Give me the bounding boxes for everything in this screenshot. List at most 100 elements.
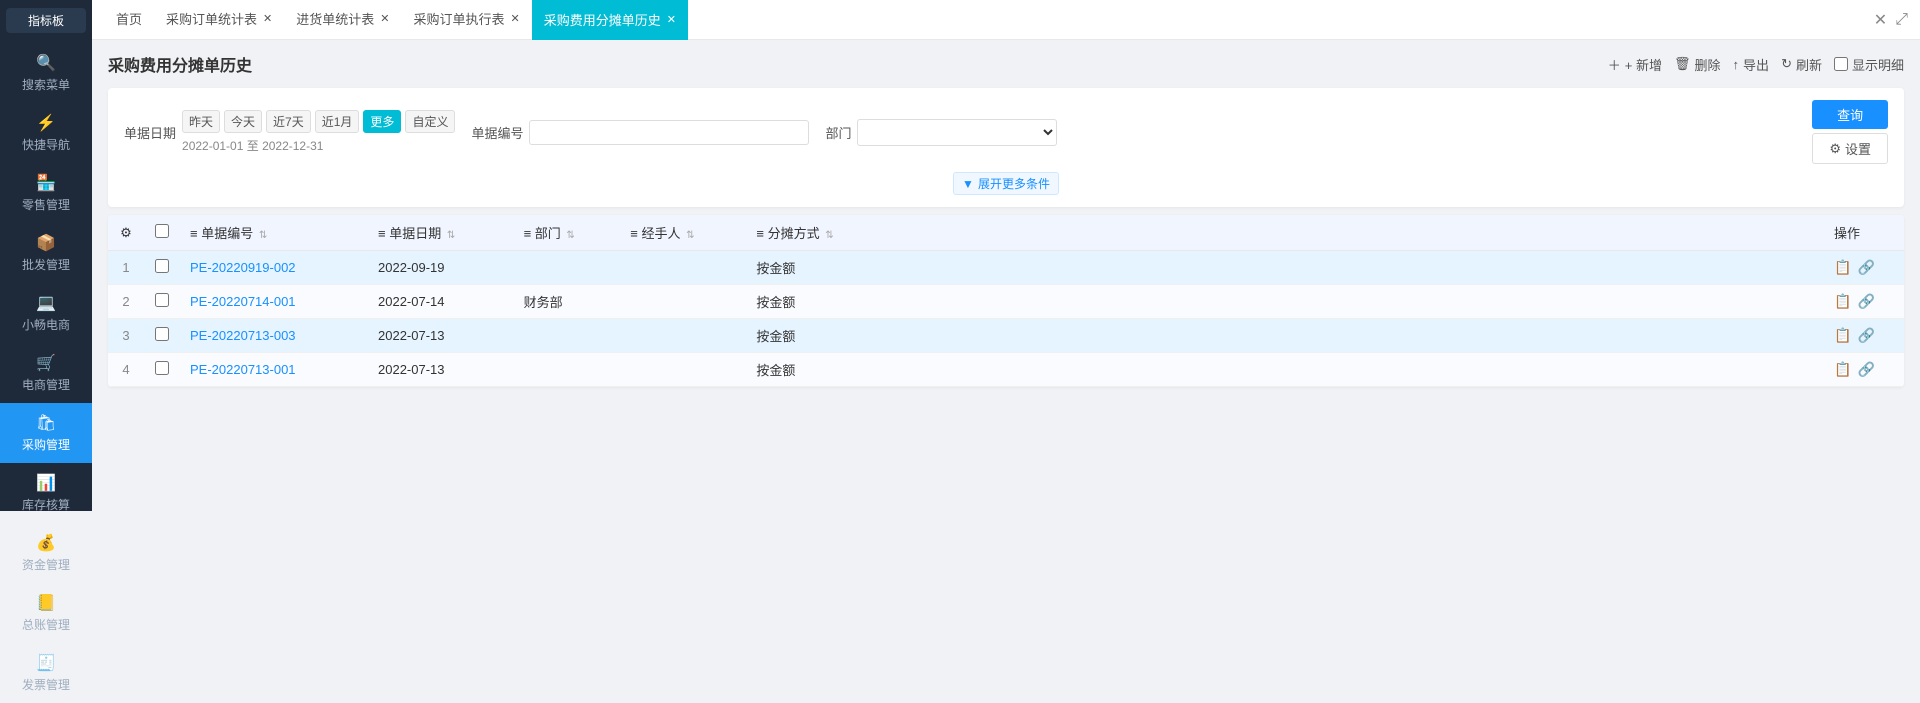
dept-select[interactable]	[857, 119, 1057, 146]
tab-close-icon[interactable]: ✕	[511, 12, 520, 25]
row-num: 3	[108, 319, 144, 353]
col-doc-date[interactable]: ≡ 单据日期 ⇅	[368, 215, 514, 251]
table-row: 3 PE-20220713-003 2022-07-13 按金额 📋 🔗	[108, 319, 1904, 353]
sidebar-item-ecommerce-small[interactable]: 💻 小畅电商	[0, 283, 92, 343]
tab-purchase-order-stat[interactable]: 采购订单统计表 ✕	[154, 0, 284, 40]
sidebar-item-retail[interactable]: 🏪 零售管理	[0, 163, 92, 223]
col-doc-no-label: ≡ 单据编号	[190, 226, 253, 241]
sidebar-item-shortcut[interactable]: ⚡ 快捷导航	[0, 103, 92, 163]
docno-input[interactable]	[529, 120, 809, 145]
row-checkbox	[144, 285, 180, 319]
sidebar-item-search[interactable]: 🔍 搜索菜单	[0, 43, 92, 103]
sidebar: 指标板 🔍 搜索菜单 ⚡ 快捷导航 🏪 零售管理 📦 批发管理 💻 小畅电商 🛒…	[0, 0, 92, 511]
col-checkbox	[144, 215, 180, 251]
tab-close-icon[interactable]: ✕	[380, 12, 389, 25]
expand-window-icon[interactable]: ⤢	[1895, 11, 1908, 29]
table-row: 4 PE-20220713-001 2022-07-13 按金额 📋 🔗	[108, 353, 1904, 387]
filter-row: 单据日期 昨天 今天 近7天 近1月 更多 自定义 2022-01-01 至 2…	[124, 100, 1888, 164]
delete-row-icon[interactable]: 🔗	[1857, 259, 1874, 276]
sidebar-item-ecommerce[interactable]: 🛒 电商管理	[0, 343, 92, 403]
table-row: 2 PE-20220714-001 2022-07-14 财务部 按金额 📋 🔗	[108, 285, 1904, 319]
doc-no-link[interactable]: PE-20220714-001	[190, 294, 296, 309]
chevron-down-icon: ▼	[962, 177, 974, 191]
sidebar-item-purchase[interactable]: 🛍 采购管理	[0, 403, 92, 463]
refresh-button[interactable]: ↻ 刷新	[1781, 55, 1822, 74]
edit-row-icon[interactable]: 📋	[1834, 259, 1851, 276]
row-handler	[620, 285, 746, 319]
row-checkbox	[144, 353, 180, 387]
expand-button[interactable]: ▼ 展开更多条件	[953, 172, 1059, 195]
col-doc-no[interactable]: ≡ 单据编号 ⇅	[180, 215, 368, 251]
tab-label: 采购费用分摊单历史	[544, 10, 661, 29]
add-icon: ＋	[1608, 55, 1621, 74]
row-dept	[514, 353, 621, 387]
row-select-checkbox[interactable]	[155, 361, 169, 375]
doc-no-link[interactable]: PE-20220713-001	[190, 362, 296, 377]
sidebar-item-inventory[interactable]: 📊 库存核算	[0, 463, 92, 523]
delete-row-icon[interactable]: 🔗	[1857, 361, 1874, 378]
sidebar-item-invoice[interactable]: 🧾 发票管理	[0, 643, 92, 703]
date-btn-custom[interactable]: 自定义	[405, 110, 455, 133]
close-window-icon[interactable]: ✕	[1874, 10, 1887, 30]
export-button[interactable]: ↑ 导出	[1733, 55, 1770, 74]
date-btn-7days[interactable]: 近7天	[266, 110, 311, 133]
edit-row-icon[interactable]: 📋	[1834, 327, 1851, 344]
sidebar-item-label: 库存核算	[22, 496, 70, 513]
sidebar-item-label: 总账管理	[22, 616, 70, 633]
edit-row-icon[interactable]: 📋	[1834, 293, 1851, 310]
sort-icon: ⇅	[566, 230, 574, 241]
col-settings[interactable]: ⚙	[108, 215, 144, 251]
col-doc-date-label: ≡ 单据日期	[378, 226, 441, 241]
header-actions: ＋ + 新增 🗑 删除 ↑ 导出 ↻ 刷新 显示明细	[1608, 55, 1904, 74]
row-select-checkbox[interactable]	[155, 327, 169, 341]
row-checkbox	[144, 251, 180, 285]
delete-row-icon[interactable]: 🔗	[1857, 293, 1874, 310]
doc-no-link[interactable]: PE-20220919-002	[190, 260, 296, 275]
date-btn-today[interactable]: 今天	[224, 110, 262, 133]
sidebar-item-wholesale[interactable]: 📦 批发管理	[0, 223, 92, 283]
date-label: 单据日期	[124, 123, 176, 142]
col-dept[interactable]: ≡ 部门 ⇅	[514, 215, 621, 251]
ledger-icon: 📒	[36, 593, 56, 613]
tab-close-active-icon[interactable]: ✕	[667, 13, 676, 26]
col-handler-label: ≡ 经手人	[630, 226, 680, 241]
col-actions: 操作	[1824, 215, 1904, 251]
tab-inbound-stat[interactable]: 进货单统计表 ✕	[284, 0, 401, 40]
add-button[interactable]: ＋ + 新增	[1608, 55, 1662, 74]
delete-row-icon[interactable]: 🔗	[1857, 327, 1874, 344]
settings-icon[interactable]: ⚙	[120, 225, 132, 240]
tab-home[interactable]: 首页	[104, 0, 154, 40]
setting-button[interactable]: ⚙ 设置	[1812, 133, 1888, 164]
row-handler	[620, 319, 746, 353]
shopping-icon: 🛍	[36, 413, 56, 433]
delete-button[interactable]: 🗑 删除	[1674, 55, 1721, 74]
export-label: 导出	[1743, 55, 1769, 74]
sidebar-item-label: 小畅电商	[22, 316, 70, 333]
show-columns-checkbox[interactable]	[1834, 57, 1848, 71]
col-split-method[interactable]: ≡ 分摊方式 ⇅	[746, 215, 1824, 251]
row-select-checkbox[interactable]	[155, 293, 169, 307]
filter-date-item: 单据日期 昨天 今天 近7天 近1月 更多 自定义 2022-01-01 至 2…	[124, 110, 455, 154]
sidebar-item-accounting[interactable]: 📒 总账管理	[0, 583, 92, 643]
edit-row-icon[interactable]: 📋	[1834, 361, 1851, 378]
date-btn-more[interactable]: 更多	[363, 110, 401, 133]
row-doc-no: PE-20220919-002	[180, 251, 368, 285]
cart-icon: 🛒	[36, 353, 56, 373]
search-button[interactable]: 查询	[1812, 100, 1888, 129]
show-columns-toggle[interactable]: 显示明细	[1834, 55, 1904, 74]
row-select-checkbox[interactable]	[155, 259, 169, 273]
col-handler[interactable]: ≡ 经手人 ⇅	[620, 215, 746, 251]
sidebar-item-finance[interactable]: 💰 资金管理	[0, 523, 92, 583]
date-btn-1month[interactable]: 近1月	[315, 110, 360, 133]
tab-purchase-fee-history[interactable]: 采购费用分摊单历史 ✕	[532, 0, 688, 40]
sidebar-item-label: 零售管理	[22, 196, 70, 213]
receipt-icon: 🧾	[36, 653, 56, 673]
doc-no-link[interactable]: PE-20220713-003	[190, 328, 296, 343]
select-all-checkbox[interactable]	[155, 224, 169, 238]
date-btn-yesterday[interactable]: 昨天	[182, 110, 220, 133]
tab-close-icon[interactable]: ✕	[263, 12, 272, 25]
col-dept-label: ≡ 部门	[524, 226, 561, 241]
tab-purchase-order-exec[interactable]: 采购订单执行表 ✕	[401, 0, 531, 40]
row-handler	[620, 251, 746, 285]
docno-label: 单据编号	[471, 123, 523, 142]
